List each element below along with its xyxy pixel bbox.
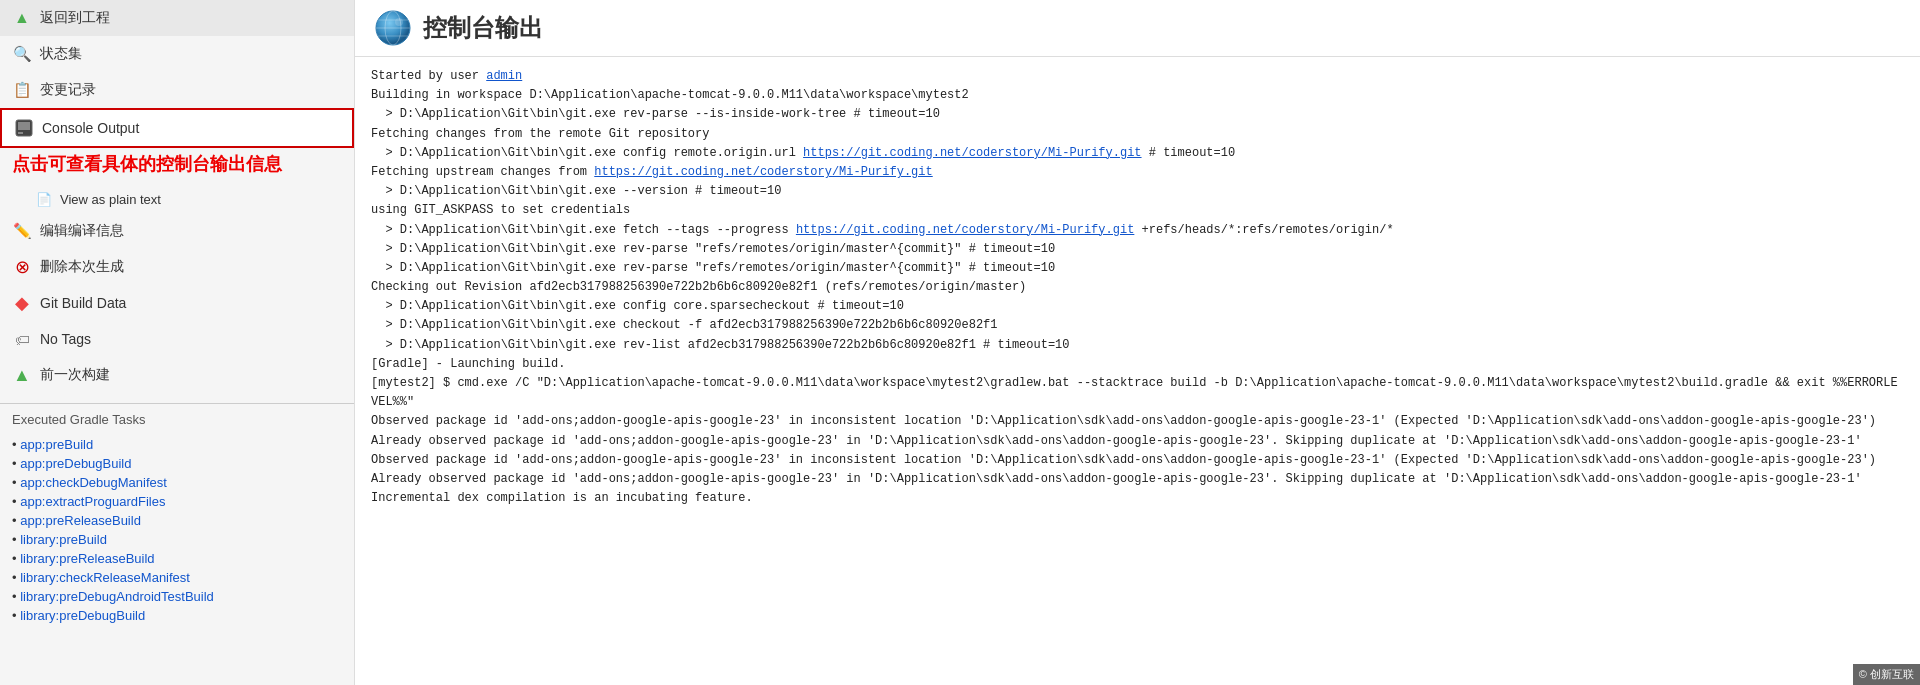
sidebar-item-git-build-data[interactable]: ◆ Git Build Data bbox=[0, 285, 354, 321]
sidebar-item-label: 返回到工程 bbox=[40, 9, 110, 27]
list-item: app:preReleaseBuild bbox=[12, 511, 342, 530]
task-link[interactable]: library:preDebugBuild bbox=[20, 608, 145, 623]
page-icon: 📄 bbox=[36, 192, 52, 207]
task-link[interactable]: app:preReleaseBuild bbox=[20, 513, 141, 528]
sidebar-item-prev-build[interactable]: ▲ 前一次构建 bbox=[0, 357, 354, 393]
plain-text-link[interactable]: 📄 View as plain text bbox=[0, 186, 354, 213]
list-item: library:preBuild bbox=[12, 530, 342, 549]
task-list: app:preBuild app:preDebugBuild app:check… bbox=[12, 435, 342, 625]
sidebar-item-console-output[interactable]: Console Output bbox=[0, 108, 354, 148]
plain-text-label: View as plain text bbox=[60, 192, 161, 207]
arrow-up-icon: ▲ bbox=[12, 8, 32, 28]
sidebar-item-no-tags[interactable]: 🏷 No Tags bbox=[0, 321, 354, 357]
git-icon: ◆ bbox=[12, 293, 32, 313]
list-item: app:checkDebugManifest bbox=[12, 473, 342, 492]
console-link[interactable]: https://git.coding.net/coderstory/Mi-Pur… bbox=[803, 146, 1141, 160]
sidebar-item-label: Console Output bbox=[42, 120, 139, 136]
sidebar-item-label: 状态集 bbox=[40, 45, 82, 63]
globe-icon bbox=[375, 10, 411, 46]
task-link[interactable]: app:preBuild bbox=[20, 437, 93, 452]
list-item: app:preBuild bbox=[12, 435, 342, 454]
sidebar-item-label: No Tags bbox=[40, 331, 91, 347]
task-link[interactable]: library:preDebugAndroidTestBuild bbox=[20, 589, 214, 604]
watermark: © 创新互联 bbox=[1853, 664, 1920, 685]
sidebar-item-label: 前一次构建 bbox=[40, 366, 110, 384]
sidebar-item-status-set[interactable]: 🔍 状态集 bbox=[0, 36, 354, 72]
console-link[interactable]: https://git.coding.net/coderstory/Mi-Pur… bbox=[594, 165, 932, 179]
task-link[interactable]: library:checkReleaseManifest bbox=[20, 570, 190, 585]
sidebar-item-delete-build[interactable]: ⊗ 删除本次生成 bbox=[0, 249, 354, 285]
sidebar-item-label: 编辑编译信息 bbox=[40, 222, 124, 240]
console-output-area[interactable]: Started by user admin Building in worksp… bbox=[355, 57, 1920, 685]
svg-rect-2 bbox=[18, 132, 23, 134]
delete-icon: ⊗ bbox=[12, 257, 32, 277]
sidebar-item-label: Git Build Data bbox=[40, 295, 126, 311]
edit-icon: ✏️ bbox=[12, 221, 32, 241]
svg-rect-1 bbox=[18, 122, 30, 130]
sidebar-item-label: 变更记录 bbox=[40, 81, 96, 99]
main-header: 控制台输出 bbox=[355, 0, 1920, 57]
sidebar: ▲ 返回到工程 🔍 状态集 📋 变更记录 Console Output 点击可查… bbox=[0, 0, 355, 685]
sidebar-item-edit-info[interactable]: ✏️ 编辑编译信息 bbox=[0, 213, 354, 249]
console-link[interactable]: https://git.coding.net/coderstory/Mi-Pur… bbox=[796, 223, 1134, 237]
subtitle-banner: 点击可查看具体的控制台输出信息 bbox=[0, 148, 354, 186]
tag-icon: 🏷 bbox=[12, 329, 32, 349]
sidebar-item-label: 删除本次生成 bbox=[40, 258, 124, 276]
sidebar-item-change-log[interactable]: 📋 变更记录 bbox=[0, 72, 354, 108]
list-item: library:preDebugAndroidTestBuild bbox=[12, 587, 342, 606]
list-item: library:preReleaseBuild bbox=[12, 549, 342, 568]
list-item: app:preDebugBuild bbox=[12, 454, 342, 473]
sidebar-item-back-to-project[interactable]: ▲ 返回到工程 bbox=[0, 0, 354, 36]
executed-tasks-section: Executed Gradle Tasks app:preBuild app:p… bbox=[0, 403, 354, 633]
prev-icon: ▲ bbox=[12, 365, 32, 385]
list-icon: 📋 bbox=[12, 80, 32, 100]
list-item: library:preDebugBuild bbox=[12, 606, 342, 625]
executed-tasks-title: Executed Gradle Tasks bbox=[12, 412, 342, 427]
console-icon bbox=[14, 118, 34, 138]
list-item: app:extractProguardFiles bbox=[12, 492, 342, 511]
page-title: 控制台输出 bbox=[423, 12, 543, 44]
task-link[interactable]: app:checkDebugManifest bbox=[20, 475, 167, 490]
svg-point-8 bbox=[395, 18, 403, 26]
list-item: library:checkReleaseManifest bbox=[12, 568, 342, 587]
task-link[interactable]: app:preDebugBuild bbox=[20, 456, 131, 471]
search-icon: 🔍 bbox=[12, 44, 32, 64]
task-link[interactable]: library:preBuild bbox=[20, 532, 107, 547]
admin-link[interactable]: admin bbox=[486, 69, 522, 83]
main-panel: 控制台输出 Started by user admin Building in … bbox=[355, 0, 1920, 685]
task-link[interactable]: app:extractProguardFiles bbox=[20, 494, 165, 509]
task-link[interactable]: library:preReleaseBuild bbox=[20, 551, 154, 566]
